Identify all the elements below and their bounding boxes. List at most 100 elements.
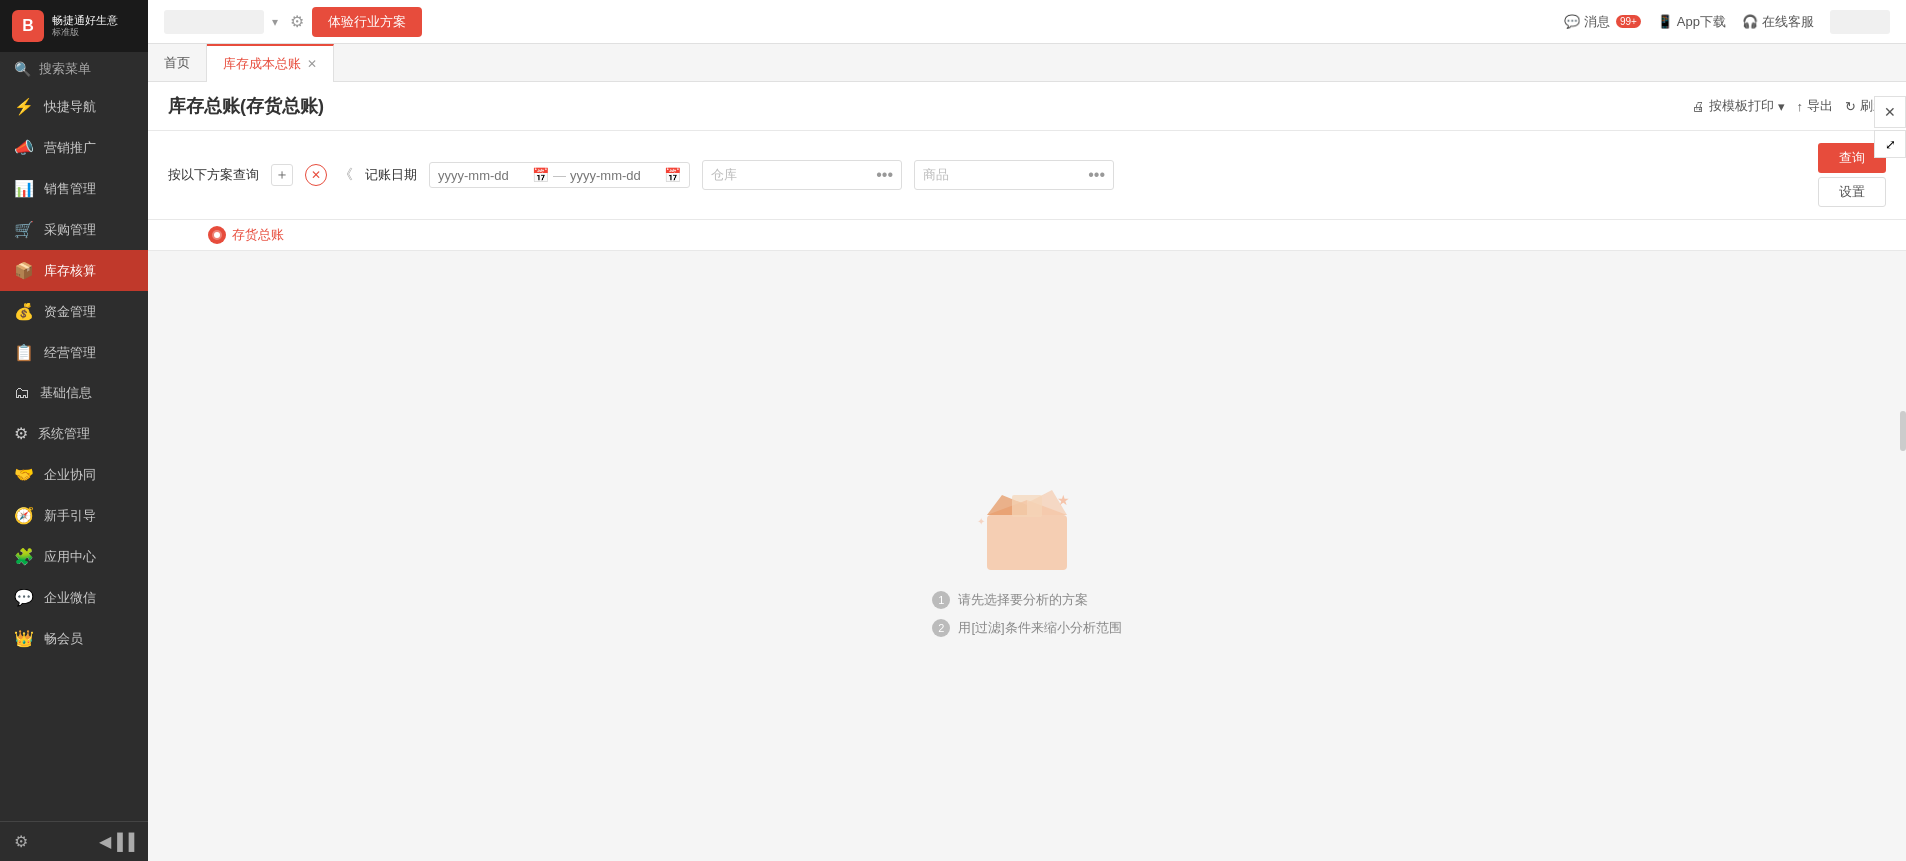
sidebar-item-企业微信[interactable]: 💬 企业微信 bbox=[0, 577, 148, 618]
sidebar-item-label: 资金管理 bbox=[44, 303, 96, 321]
sidebar-icon: 👑 bbox=[14, 629, 34, 648]
print-button[interactable]: 🖨 按模板打印 ▾ bbox=[1692, 97, 1785, 115]
sidebar-item-企业协同[interactable]: 🤝 企业协同 bbox=[0, 454, 148, 495]
empty-illustration: ★ ✦ bbox=[967, 475, 1087, 575]
date-from-input[interactable] bbox=[438, 168, 528, 183]
sidebar-item-基础信息[interactable]: 🗂基础信息 bbox=[0, 373, 148, 413]
sidebar-item-label: 快捷导航 bbox=[44, 98, 96, 116]
warehouse-more-icon: ••• bbox=[876, 166, 893, 184]
date-range-input[interactable]: 📅 — 📅 bbox=[429, 162, 690, 188]
sidebar-item-快捷导航[interactable]: ⚡ 快捷导航 bbox=[0, 86, 148, 127]
sidebar-item-销售管理[interactable]: 📊销售管理 bbox=[0, 168, 148, 209]
export-label: 导出 bbox=[1807, 97, 1833, 115]
topbar-right: 💬 消息 99+ 📱 App下载 🎧 在线客服 bbox=[1564, 10, 1890, 34]
filter-collapse-button[interactable]: 《 bbox=[339, 166, 353, 184]
logo-icon: B bbox=[12, 10, 44, 42]
sidebar-item-营销推广[interactable]: 📣 营销推广 bbox=[0, 127, 148, 168]
main-content: ▾ ⚙ 体验行业方案 💬 消息 99+ 📱 App下载 🎧 在线客服 首页 bbox=[148, 0, 1906, 861]
svg-text:✦: ✦ bbox=[977, 516, 985, 527]
warehouse-label: 仓库 bbox=[711, 166, 737, 184]
sidebar-item-经营管理[interactable]: 📋 经营管理 bbox=[0, 332, 148, 373]
filter-clear-button[interactable]: ✕ bbox=[305, 164, 327, 186]
sidebar-item-库存核算[interactable]: 📦库存核算 bbox=[0, 250, 148, 291]
sidebar: B 畅捷通好生意 标准版 🔍 搜索菜单 ⚡ 快捷导航 📣 营销推广 📊销售管理🛒采购管理… bbox=[0, 0, 148, 861]
app-edition: 标准版 bbox=[52, 27, 118, 39]
calendar-to-icon[interactable]: 📅 bbox=[664, 167, 681, 183]
sidebar-icon: 🗂 bbox=[14, 384, 30, 402]
sidebar-item-系统管理[interactable]: ⚙ 系统管理 bbox=[0, 413, 148, 454]
sidebar-icon: 🤝 bbox=[14, 465, 34, 484]
speaker-icon[interactable]: ◀▐▐ bbox=[99, 832, 134, 851]
message-button[interactable]: 💬 消息 99+ bbox=[1564, 13, 1641, 31]
online-service-button[interactable]: 🎧 在线客服 bbox=[1742, 13, 1814, 31]
goods-more-icon: ••• bbox=[1088, 166, 1105, 184]
sub-filter: 存货总账 bbox=[148, 220, 1906, 251]
sidebar-item-label: 库存核算 bbox=[44, 262, 96, 280]
sidebar-item-label: 应用中心 bbox=[44, 548, 96, 566]
sidebar-logo: B 畅捷通好生意 标准版 bbox=[0, 0, 148, 52]
message-label: 消息 bbox=[1584, 13, 1610, 31]
sidebar-icon: 🧩 bbox=[14, 547, 34, 566]
export-button[interactable]: ↑ 导出 bbox=[1797, 97, 1834, 115]
svg-point-1 bbox=[214, 232, 220, 238]
sidebar-search[interactable]: 🔍 搜索菜单 bbox=[0, 52, 148, 86]
online-service-label: 在线客服 bbox=[1762, 13, 1814, 31]
date-to-input[interactable] bbox=[570, 168, 660, 183]
empty-tips: 1 请先选择要分析的方案 2 用[过滤]条件来缩小分析范围 bbox=[932, 591, 1121, 637]
gear-icon[interactable]: ⚙ bbox=[290, 12, 304, 31]
svg-text:★: ★ bbox=[1057, 492, 1070, 508]
tab-home-label: 首页 bbox=[164, 54, 190, 72]
app-name: 畅捷通好生意 bbox=[52, 13, 118, 27]
export-icon: ↑ bbox=[1797, 99, 1804, 114]
panel-header-right: 🖨 按模板打印 ▾ ↑ 导出 ↻ 刷新 bbox=[1692, 97, 1887, 115]
sidebar-item-label: 企业微信 bbox=[44, 589, 96, 607]
sub-filter-inventory[interactable]: 存货总账 bbox=[208, 226, 284, 244]
message-badge: 99+ bbox=[1616, 15, 1641, 28]
goods-select[interactable]: 商品 ••• bbox=[914, 160, 1114, 190]
tip-text-1: 请先选择要分析的方案 bbox=[958, 591, 1088, 609]
app-download-button[interactable]: 📱 App下载 bbox=[1657, 13, 1726, 31]
sidebar-item-资金管理[interactable]: 💰资金管理 bbox=[0, 291, 148, 332]
sidebar-icon: 📋 bbox=[14, 343, 34, 362]
sidebar-icon: 💬 bbox=[14, 588, 34, 607]
print-label: 按模板打印 bbox=[1709, 97, 1774, 115]
sidebar-item-label: 系统管理 bbox=[38, 425, 90, 443]
panel-close-button[interactable]: ✕ bbox=[1874, 96, 1906, 128]
sidebar-item-采购管理[interactable]: 🛒采购管理 bbox=[0, 209, 148, 250]
empty-tip-1: 1 请先选择要分析的方案 bbox=[932, 591, 1121, 609]
settings-button[interactable]: 设置 bbox=[1818, 177, 1886, 207]
tab-inventory-ledger-label: 库存成本总账 bbox=[223, 55, 301, 73]
sidebar-icon: 🧭 bbox=[14, 506, 34, 525]
app-download-label: App下载 bbox=[1677, 13, 1726, 31]
resize-handle[interactable] bbox=[1900, 411, 1906, 451]
sidebar-item-新手引导[interactable]: 🧭新手引导 bbox=[0, 495, 148, 536]
settings-icon[interactable]: ⚙ bbox=[14, 832, 28, 851]
sidebar-icon: ⚙ bbox=[14, 424, 28, 443]
sub-filter-item-label: 存货总账 bbox=[232, 226, 284, 244]
svg-rect-3 bbox=[1012, 495, 1042, 517]
tab-inventory-ledger[interactable]: 库存成本总账 ✕ bbox=[207, 44, 334, 82]
filter-add-button[interactable]: ＋ bbox=[271, 164, 293, 186]
message-icon: 💬 bbox=[1564, 14, 1580, 29]
tip-num-1: 1 bbox=[932, 591, 950, 609]
warehouse-select[interactable]: 仓库 ••• bbox=[702, 160, 902, 190]
sidebar-item-label: 销售管理 bbox=[44, 180, 96, 198]
tab-home[interactable]: 首页 bbox=[148, 44, 207, 82]
calendar-from-icon[interactable]: 📅 bbox=[532, 167, 549, 183]
chevron-down-icon: ▾ bbox=[272, 15, 278, 29]
user-avatar[interactable] bbox=[1830, 10, 1890, 34]
panel-controls: ✕ ⤢ bbox=[1874, 96, 1906, 158]
sidebar-icon: 🛒 bbox=[14, 220, 34, 239]
sidebar-icon: ⚡ bbox=[14, 97, 34, 116]
resize-button[interactable]: ⤢ bbox=[1874, 130, 1906, 158]
sidebar-item-应用中心[interactable]: 🧩 应用中心 bbox=[0, 536, 148, 577]
sidebar-item-label: 企业协同 bbox=[44, 466, 96, 484]
svg-rect-2 bbox=[987, 515, 1067, 570]
logo-text: 畅捷通好生意 标准版 bbox=[52, 13, 118, 39]
sidebar-icon: 📣 bbox=[14, 138, 34, 157]
sidebar-item-label: 经营管理 bbox=[44, 344, 96, 362]
tab-close-icon[interactable]: ✕ bbox=[307, 57, 317, 71]
trial-button[interactable]: 体验行业方案 bbox=[312, 7, 422, 37]
sidebar-item-畅会员[interactable]: 👑畅会员 bbox=[0, 618, 148, 659]
sidebar-item-label: 营销推广 bbox=[44, 139, 96, 157]
